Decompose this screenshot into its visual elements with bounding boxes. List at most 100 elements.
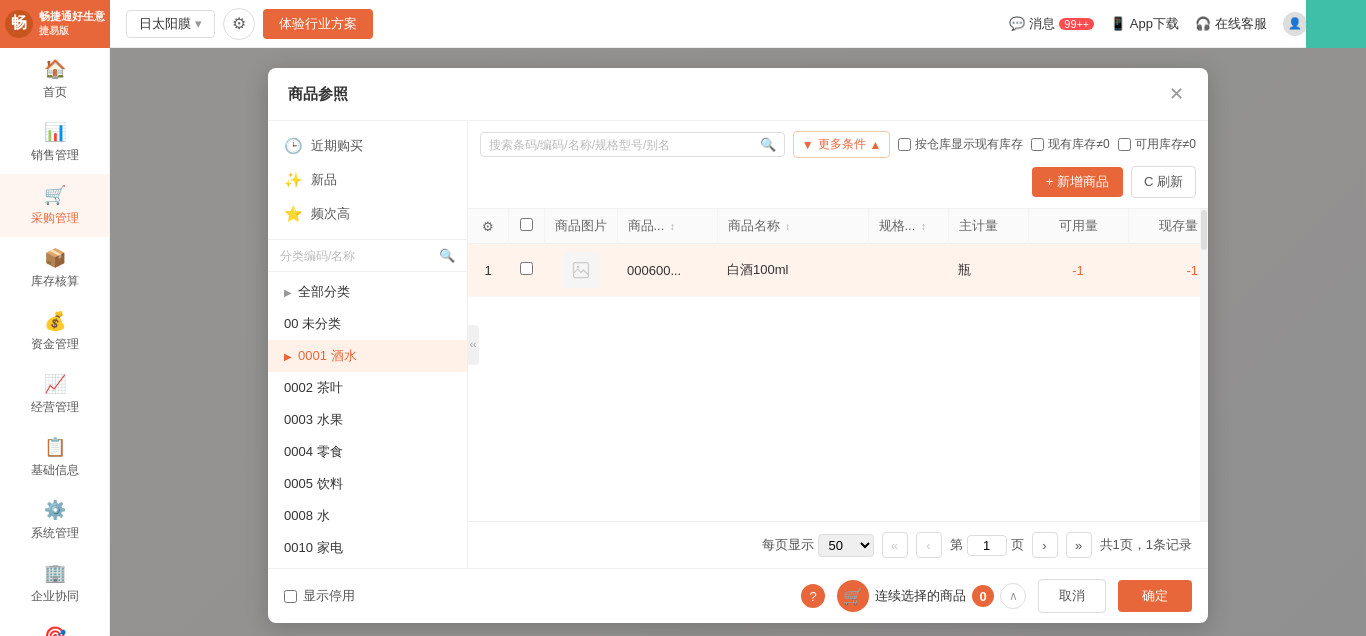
- messages-nav-item[interactable]: 💬 消息 99++: [1009, 15, 1094, 33]
- sidebar-item-guide[interactable]: 🎯 新手引导: [0, 615, 109, 636]
- show-disabled-group: 显示停用: [284, 587, 355, 605]
- table-header-unit: 主计量: [948, 209, 1028, 244]
- clock-icon: 🕒: [284, 137, 303, 155]
- next-page-button[interactable]: ›: [1032, 532, 1058, 558]
- sort-icon: ↕: [670, 221, 675, 232]
- table-header-code[interactable]: 商品... ↕: [617, 209, 717, 244]
- page-number-input[interactable]: [967, 535, 1007, 556]
- sidebar-item-inventory[interactable]: 📦 库存核算: [0, 237, 109, 300]
- category-label: 0008 水: [284, 507, 330, 525]
- app-download-nav-item[interactable]: 📱 App下载: [1110, 15, 1179, 33]
- show-disabled-checkbox[interactable]: [284, 590, 297, 603]
- row-unit: 瓶: [948, 244, 1028, 297]
- warehouse-stock-checkbox[interactable]: [898, 138, 911, 151]
- sales-icon: 📊: [44, 121, 66, 143]
- settings-button[interactable]: ⚙: [223, 8, 255, 40]
- table-scrollbar[interactable]: [1200, 209, 1208, 521]
- sidebar-item-finance[interactable]: 💰 资金管理: [0, 300, 109, 363]
- trial-button[interactable]: 体验行业方案: [263, 9, 373, 39]
- stock-ne-checkbox[interactable]: [1031, 138, 1044, 151]
- logo-area[interactable]: 畅 畅捷通好生意 捷易版: [0, 0, 110, 48]
- cart-button[interactable]: 🛒: [837, 580, 869, 612]
- sidebar-item-label: 库存核算: [31, 273, 79, 290]
- table-header-check[interactable]: [508, 209, 544, 244]
- filter-more-button[interactable]: ▼ 更多条件 ▲: [793, 131, 891, 158]
- page-size-dropdown[interactable]: 10 20 50 100: [818, 534, 874, 557]
- refresh-button[interactable]: C 刷新: [1131, 166, 1196, 198]
- cancel-button[interactable]: 取消: [1038, 579, 1106, 613]
- modal-close-button[interactable]: ✕: [1164, 82, 1188, 106]
- checkbox-stock-ne[interactable]: 现有库存≠0: [1031, 136, 1109, 153]
- table-row[interactable]: 1: [468, 244, 1208, 297]
- confirm-button[interactable]: 确定: [1118, 580, 1192, 612]
- checkbox-warehouse-stock[interactable]: 按仓库显示现有库存: [898, 136, 1023, 153]
- toolbar-right-buttons: + 新增商品 C 刷新: [1032, 166, 1196, 198]
- category-item-0010[interactable]: 0010 家电: [268, 532, 467, 564]
- message-badge: 99++: [1059, 18, 1094, 30]
- sidebar-item-operations[interactable]: 📈 经营管理: [0, 363, 109, 426]
- top-nav: 畅 畅捷通好生意 捷易版 日太阳膜 ▾ ⚙ 体验行业方案 💬 消息 99++ 📱…: [0, 0, 1366, 48]
- search-icon[interactable]: 🔍: [760, 137, 776, 152]
- sidebar-item-home[interactable]: 🏠 首页: [0, 48, 109, 111]
- category-item-0008[interactable]: 0008 水: [268, 500, 467, 532]
- select-all-checkbox[interactable]: [520, 218, 533, 231]
- avail-ne-checkbox[interactable]: [1118, 138, 1131, 151]
- collapse-panel-button[interactable]: ‹‹: [467, 325, 479, 365]
- category-search-input[interactable]: [280, 249, 435, 263]
- nav-center: 日太阳膜 ▾ ⚙ 体验行业方案: [126, 8, 1009, 40]
- scrollbar-thumb[interactable]: [1201, 210, 1207, 250]
- prev-page-button[interactable]: ‹: [916, 532, 942, 558]
- table-header-settings[interactable]: ⚙: [468, 209, 508, 244]
- product-search-input[interactable]: [489, 138, 756, 152]
- help-button[interactable]: ?: [801, 584, 825, 608]
- table-header-name[interactable]: 商品名称 ↕: [717, 209, 868, 244]
- first-page-button[interactable]: «: [882, 532, 908, 558]
- operations-icon: 📈: [44, 373, 66, 395]
- table-header-stock: 现存量: [1128, 209, 1208, 244]
- sidebar-item-sales[interactable]: 📊 销售管理: [0, 111, 109, 174]
- filter-icon: ▼: [802, 138, 814, 152]
- category-item-0001[interactable]: ▶ 0001 酒水: [268, 340, 467, 372]
- sidebar-item-purchase[interactable]: 🛒 采购管理: [0, 174, 109, 237]
- sidebar-item-system[interactable]: ⚙️ 系统管理: [0, 489, 109, 552]
- filter-arrow-icon: ▲: [870, 138, 882, 152]
- tab-recent-purchase[interactable]: 🕒 近期购买: [268, 129, 467, 163]
- table-header-available: 可用量: [1028, 209, 1128, 244]
- page-label: 第: [950, 536, 963, 554]
- category-item-0003[interactable]: 0003 水果: [268, 404, 467, 436]
- row-stock: -1: [1128, 244, 1208, 297]
- collapse-cart-button[interactable]: ∧: [1000, 583, 1026, 609]
- modal-overlay[interactable]: 商品参照 ✕ 🕒 近期购买 ✨: [110, 48, 1366, 636]
- row-checkbox[interactable]: [520, 262, 533, 275]
- nav-right: 💬 消息 99++ 📱 App下载 🎧 在线客服 👤 徐泽华: [1009, 12, 1350, 36]
- row-code: 000600...: [617, 244, 717, 297]
- category-label: 全部分类: [298, 283, 350, 301]
- row-checkbox-cell[interactable]: [508, 244, 544, 297]
- enterprise-icon: 🏢: [44, 562, 66, 584]
- category-item-0004[interactable]: 0004 零食: [268, 436, 467, 468]
- category-search-icon[interactable]: 🔍: [439, 248, 455, 263]
- table-header-spec[interactable]: 规格... ↕: [868, 209, 948, 244]
- pagination: 每页显示 10 20 50 100 « ‹: [468, 521, 1208, 568]
- category-item-0002[interactable]: 0002 茶叶: [268, 372, 467, 404]
- sidebar-item-label: 经营管理: [31, 399, 79, 416]
- category-item-all[interactable]: ▶ 全部分类: [268, 276, 467, 308]
- phone-icon: 📱: [1110, 16, 1126, 31]
- online-service-nav-item[interactable]: 🎧 在线客服: [1195, 15, 1267, 33]
- category-expand-icon: ▶: [284, 287, 292, 298]
- tab-frequent[interactable]: ⭐ 频次高: [268, 197, 467, 231]
- left-sidebar: 🏠 首页 📊 销售管理 🛒 采购管理 📦 库存核算 💰 资金管理 📈 经营管理 …: [0, 48, 110, 636]
- modal-header: 商品参照 ✕: [268, 68, 1208, 121]
- add-product-button[interactable]: + 新增商品: [1032, 167, 1123, 197]
- tab-new-products[interactable]: ✨ 新品: [268, 163, 467, 197]
- footer-right: ? 🛒 连续选择的商品 0 ∧ 取消 确定: [801, 579, 1192, 613]
- sidebar-item-enterprise[interactable]: 🏢 企业协同: [0, 552, 109, 615]
- modal-left-tabs: 🕒 近期购买 ✨ 新品 ⭐ 频次高: [268, 121, 467, 240]
- cart-label: 连续选择的商品: [875, 587, 966, 605]
- category-item-0005[interactable]: 0005 饮料: [268, 468, 467, 500]
- last-page-button[interactable]: »: [1066, 532, 1092, 558]
- checkbox-avail-ne[interactable]: 可用库存≠0: [1118, 136, 1196, 153]
- category-item-00[interactable]: 00 未分类: [268, 308, 467, 340]
- nav-dropdown[interactable]: 日太阳膜 ▾: [126, 10, 215, 38]
- sidebar-item-basic[interactable]: 📋 基础信息: [0, 426, 109, 489]
